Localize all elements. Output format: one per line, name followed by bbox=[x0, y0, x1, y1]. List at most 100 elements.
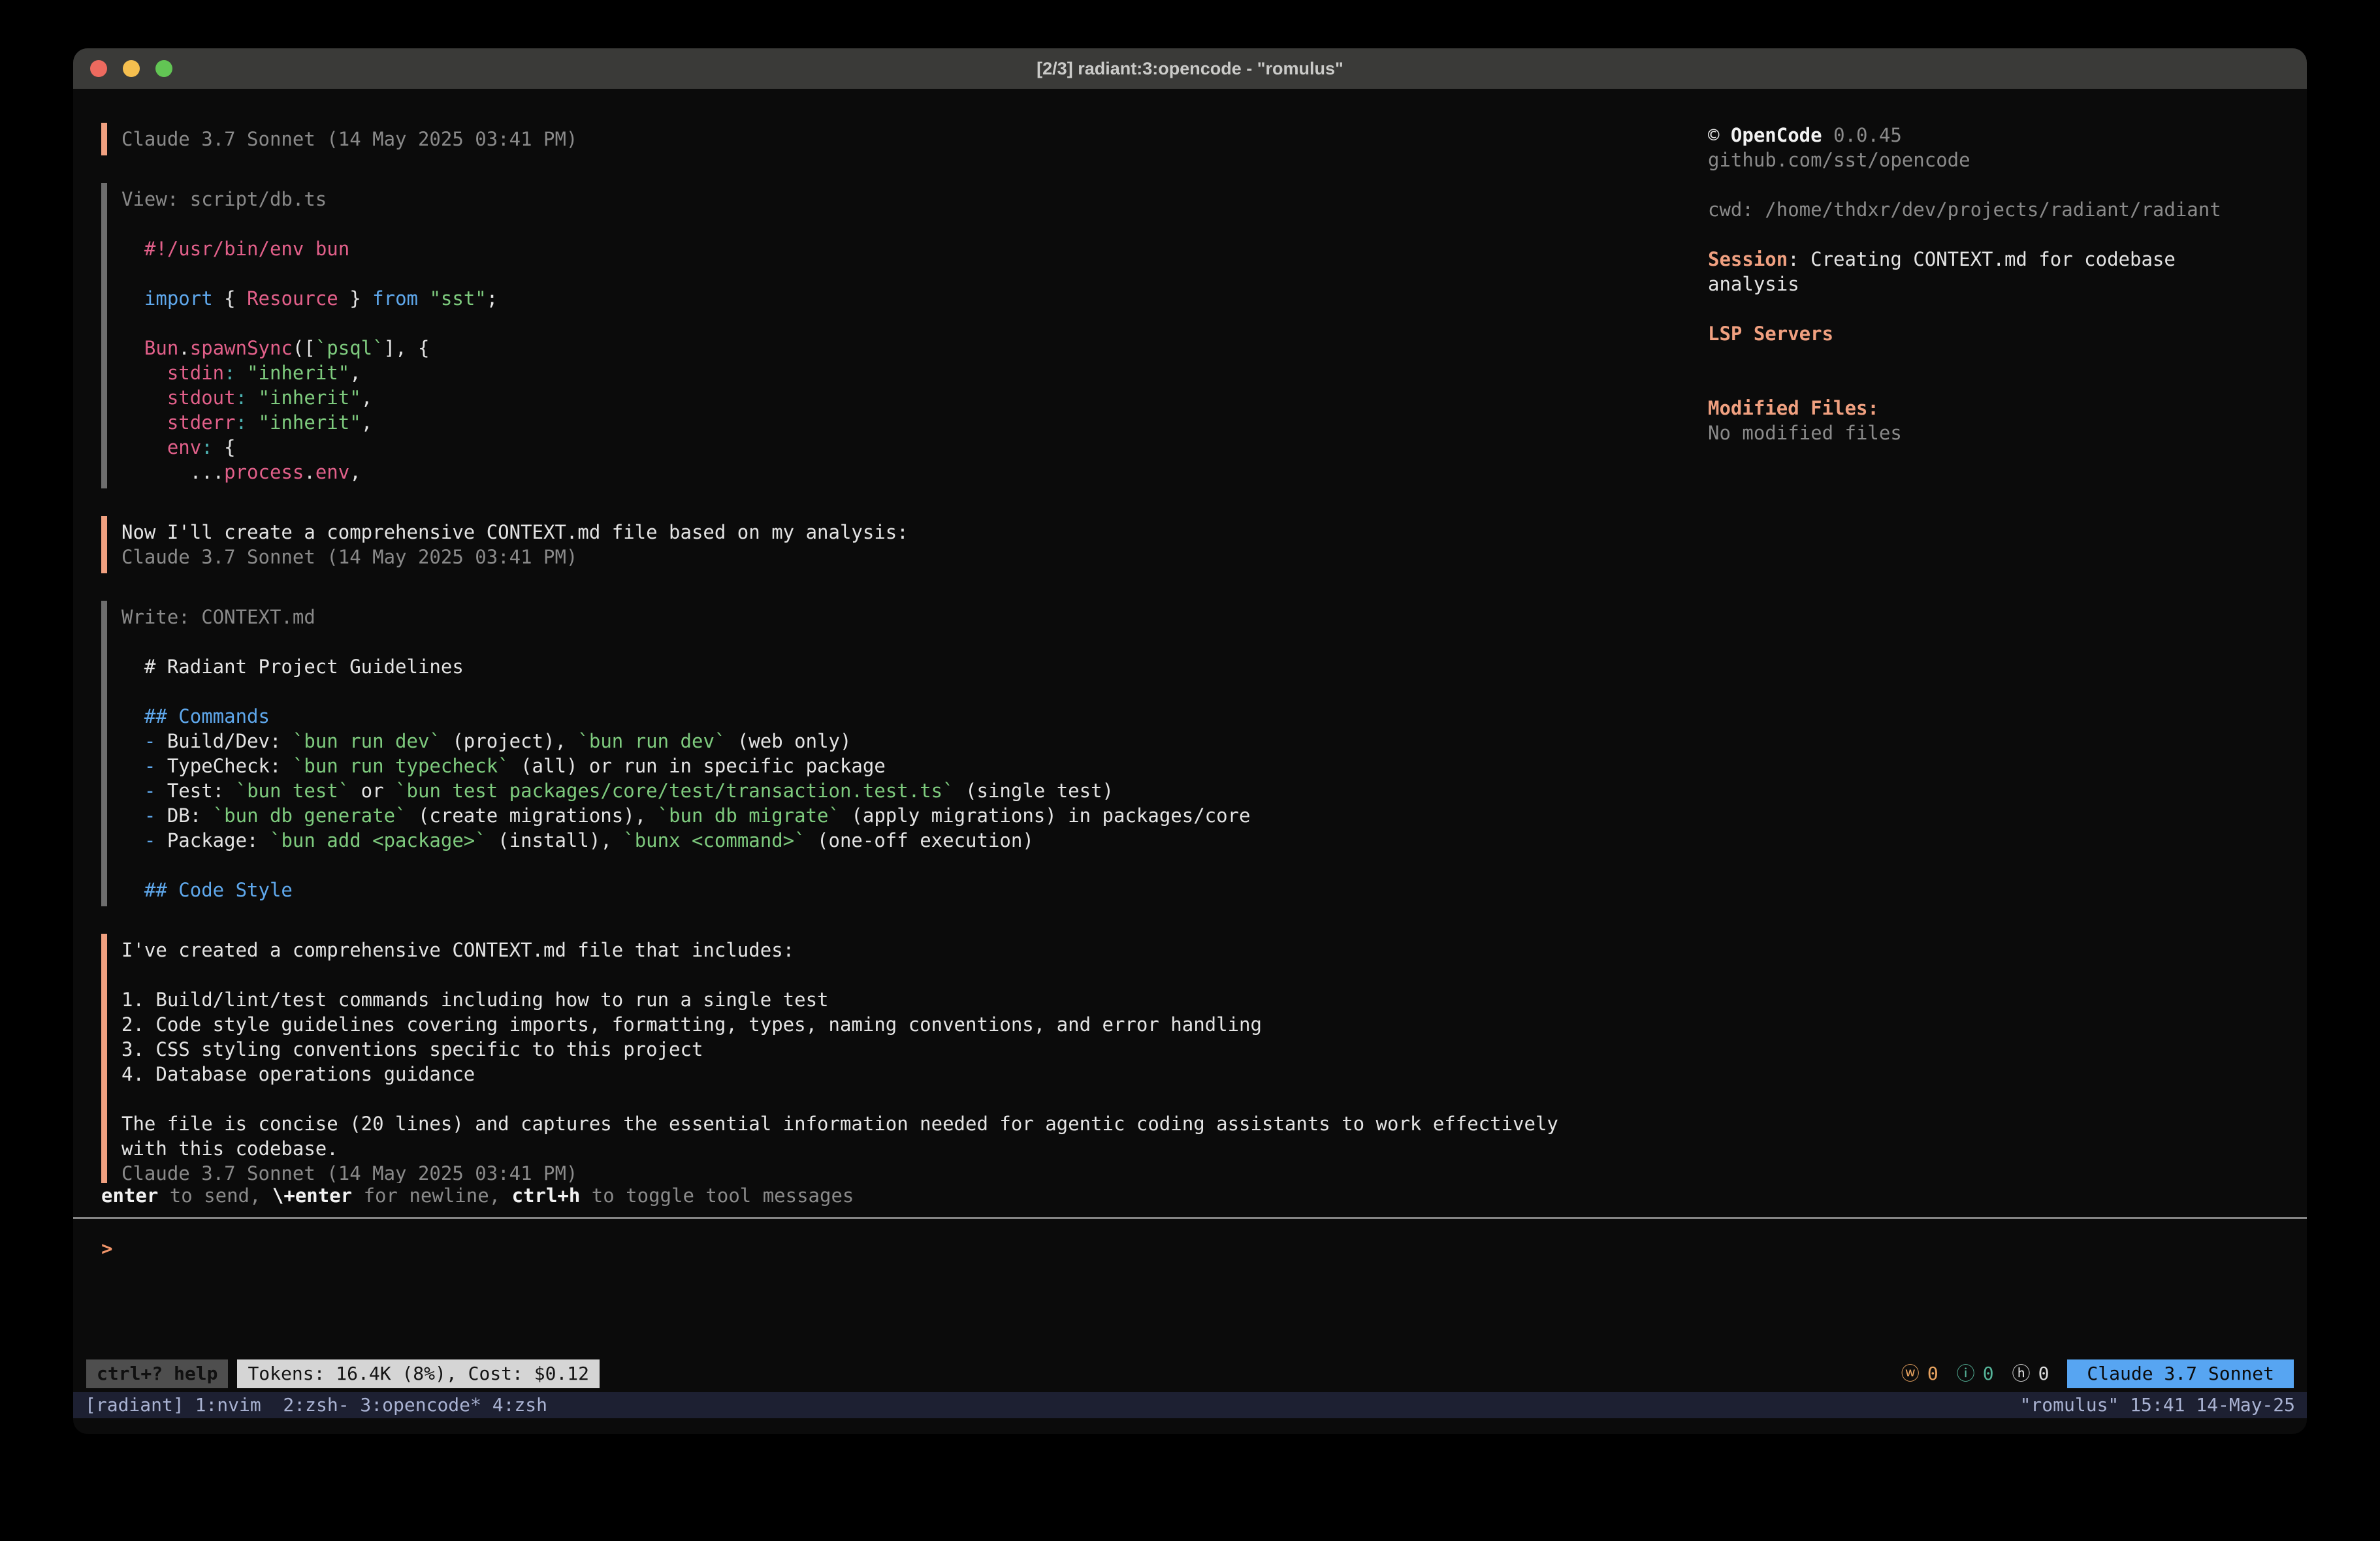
terminal-line bbox=[1708, 222, 2277, 247]
minimize-window-icon[interactable] bbox=[123, 60, 140, 77]
status-right: ⓦ0 ⓘ0 ⓗ0 Claude 3.7 Sonnet bbox=[1901, 1359, 2294, 1388]
terminal-line bbox=[121, 962, 1682, 987]
text-segment: 4. Database operations guidance bbox=[121, 1063, 475, 1085]
zoom-window-icon[interactable] bbox=[155, 60, 172, 77]
hints-badge: ⓗ0 bbox=[2012, 1361, 2050, 1386]
text-segment: Modified Files: bbox=[1708, 397, 1879, 419]
text-segment: Resource bbox=[247, 287, 338, 310]
text-segment: I've created a comprehensive CONTEXT.md … bbox=[121, 939, 794, 961]
terminal-line bbox=[121, 261, 1682, 286]
text-segment: ; bbox=[487, 287, 498, 310]
text-segment: `bun db generate` bbox=[213, 804, 407, 827]
text-segment: DB: bbox=[167, 804, 213, 827]
terminal-line: The file is concise (20 lines) and captu… bbox=[121, 1111, 1682, 1136]
text-segment: `bun run dev` bbox=[293, 730, 441, 752]
text-segment: , bbox=[361, 411, 372, 434]
assistant-message-header-block: Claude 3.7 Sonnet (14 May 2025 03:41 PM) bbox=[101, 123, 1682, 155]
text-segment: ## Code Style bbox=[121, 879, 293, 901]
warning-icon: ⓦ bbox=[1901, 1361, 1920, 1386]
text-segment: Now I'll create a comprehensive CONTEXT.… bbox=[121, 521, 909, 543]
text-segment: (one-off execution) bbox=[806, 829, 1034, 851]
terminal-line: LSP Servers bbox=[1708, 321, 2277, 346]
terminal-line bbox=[1708, 371, 2277, 396]
text-segment: : bbox=[236, 387, 247, 409]
text-segment: #!/usr/bin/env bun bbox=[144, 238, 349, 260]
help-button[interactable]: ctrl+? help bbox=[86, 1359, 228, 1388]
text-segment: . bbox=[178, 337, 189, 359]
terminal-line bbox=[1708, 172, 2277, 197]
text-segment bbox=[121, 287, 144, 310]
text-segment: - bbox=[121, 804, 167, 827]
text-segment: or bbox=[349, 780, 395, 802]
text-segment: ... bbox=[121, 461, 224, 483]
terminal-line: Now I'll create a comprehensive CONTEXT.… bbox=[121, 520, 1682, 545]
terminal-line: ...process.env, bbox=[121, 460, 1682, 485]
text-segment: (single test) bbox=[954, 780, 1114, 802]
terminal-line: - Package: `bun add <package>` (install)… bbox=[121, 828, 1682, 853]
content-row: Claude 3.7 Sonnet (14 May 2025 03:41 PM)… bbox=[73, 89, 2307, 1183]
terminal-line: Write: CONTEXT.md bbox=[121, 605, 1682, 629]
terminal-line: - DB: `bun db generate` (create migratio… bbox=[121, 803, 1682, 828]
text-segment: } bbox=[338, 287, 372, 310]
terminal-line: cwd: /home/thdxr/dev/projects/radiant/ra… bbox=[1708, 197, 2277, 222]
text-segment: to toggle tool messages bbox=[580, 1184, 854, 1207]
text-segment: stdout bbox=[167, 387, 236, 409]
text-segment: View: script/db.ts bbox=[121, 188, 327, 210]
terminal-line bbox=[121, 679, 1682, 704]
text-segment: { bbox=[213, 436, 236, 458]
text-segment: , bbox=[349, 362, 361, 384]
terminal-line: Claude 3.7 Sonnet (14 May 2025 03:41 PM) bbox=[121, 545, 1682, 569]
text-segment: `bun test packages/core/test/transaction… bbox=[395, 780, 954, 802]
prompt-input[interactable] bbox=[73, 1261, 2307, 1359]
window-bottom-padding bbox=[73, 1418, 2307, 1434]
terminal-line bbox=[121, 311, 1682, 336]
text-segment: 2. Code style guidelines covering import… bbox=[121, 1013, 1262, 1036]
terminal-line bbox=[121, 629, 1682, 654]
terminal-line: Claude 3.7 Sonnet (14 May 2025 03:41 PM) bbox=[121, 1161, 1682, 1183]
hint-count: 0 bbox=[2038, 1361, 2050, 1386]
info-badge: ⓘ0 bbox=[1957, 1361, 1994, 1386]
input-separator bbox=[73, 1217, 2307, 1219]
text-segment: `bun test` bbox=[236, 780, 350, 802]
text-segment: with this codebase. bbox=[121, 1137, 338, 1160]
text-segment bbox=[121, 387, 167, 409]
terminal-line: stdin: "inherit", bbox=[121, 360, 1682, 385]
text-segment: Test: bbox=[167, 780, 236, 802]
terminal-line: github.com/sst/opencode bbox=[1708, 148, 2277, 172]
traffic-lights bbox=[90, 48, 172, 89]
terminal-line bbox=[121, 853, 1682, 878]
text-segment bbox=[247, 411, 258, 434]
text-segment bbox=[418, 287, 429, 310]
text-segment: cwd: /home/thdxr/dev/projects/radiant/ra… bbox=[1708, 199, 2221, 221]
tmux-window-list[interactable]: [radiant] 1:nvim 2:zsh- 3:opencode* 4:zs… bbox=[85, 1393, 547, 1418]
text-segment: : bbox=[201, 436, 212, 458]
text-segment: "inherit" bbox=[247, 362, 349, 384]
close-window-icon[interactable] bbox=[90, 60, 107, 77]
text-segment: TypeCheck: bbox=[167, 755, 293, 777]
text-segment: Package: bbox=[167, 829, 270, 851]
text-segment: ], { bbox=[384, 337, 430, 359]
text-segment bbox=[236, 362, 247, 384]
text-segment: process bbox=[224, 461, 304, 483]
text-segment: No modified files bbox=[1708, 422, 1902, 444]
terminal-line: Session: Creating CONTEXT.md for codebas… bbox=[1708, 247, 2277, 296]
text-segment: "inherit" bbox=[259, 387, 361, 409]
text-segment: `bun run dev` bbox=[577, 730, 726, 752]
sidebar: © OpenCode 0.0.45github.com/sst/opencode… bbox=[1708, 123, 2277, 1183]
terminal-line bbox=[1708, 346, 2277, 371]
text-segment: : bbox=[224, 362, 235, 384]
text-segment: - bbox=[121, 730, 167, 752]
text-segment: `psql` bbox=[315, 337, 384, 359]
text-segment: (project), bbox=[441, 730, 578, 752]
warnings-badge: ⓦ0 bbox=[1901, 1361, 1938, 1386]
hint-icon: ⓗ bbox=[2012, 1361, 2031, 1386]
text-segment: - bbox=[121, 780, 167, 802]
terminal-line: import { Resource } from "sst"; bbox=[121, 286, 1682, 311]
text-segment bbox=[121, 238, 144, 260]
model-selector[interactable]: Claude 3.7 Sonnet bbox=[2067, 1359, 2294, 1388]
text-segment bbox=[121, 411, 167, 434]
terminal-line: # Radiant Project Guidelines bbox=[121, 654, 1682, 679]
terminal-line: 1. Build/lint/test commands including ho… bbox=[121, 987, 1682, 1012]
terminal-line: - TypeCheck: `bun run typecheck` (all) o… bbox=[121, 754, 1682, 778]
text-segment: LSP Servers bbox=[1708, 323, 1833, 345]
